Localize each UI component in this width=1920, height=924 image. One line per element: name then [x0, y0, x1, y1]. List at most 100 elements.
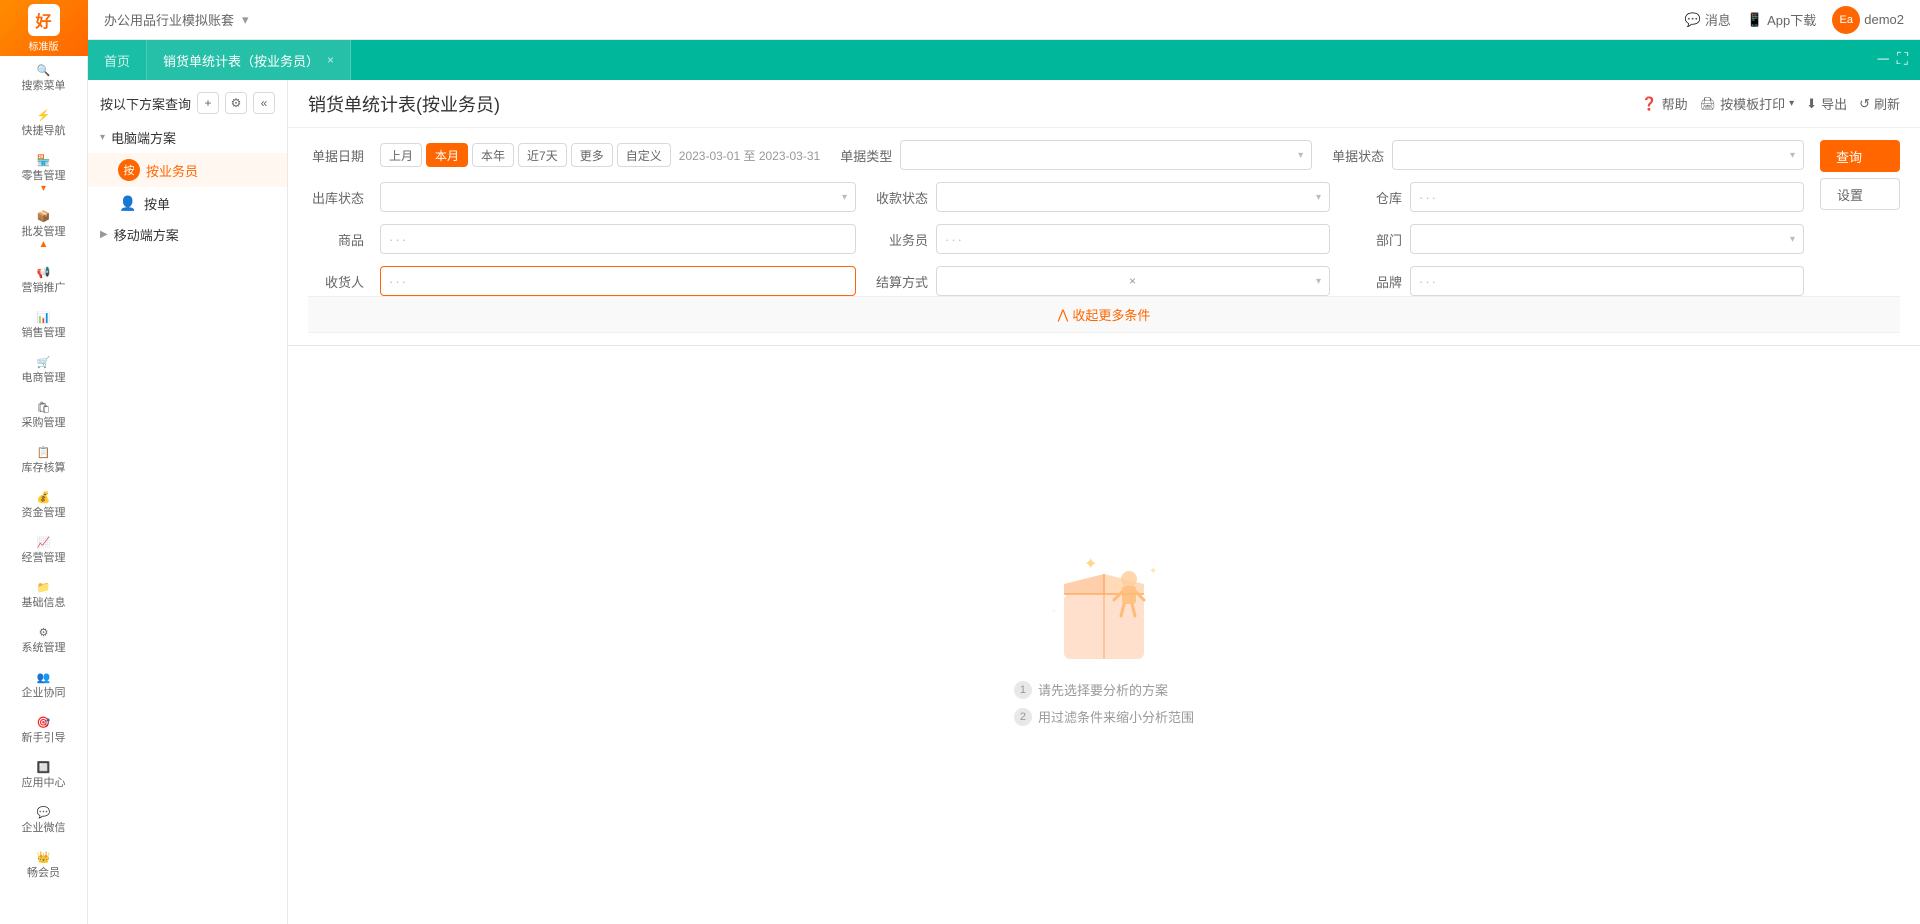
sales-icon: 📊: [37, 311, 51, 324]
tree-arrow-mobile: ▶: [100, 229, 108, 240]
sidebar-item-marketing[interactable]: 📢 营销推广: [0, 258, 87, 303]
tab-close-btn[interactable]: ×: [327, 53, 334, 67]
brand-input[interactable]: ···: [1410, 266, 1804, 296]
warehouse-label: 仓库: [1346, 188, 1402, 207]
retail-icon: 🏪: [37, 154, 51, 167]
date-range-display: 2023-03-01 至 2023-03-31: [679, 147, 820, 164]
print-btn[interactable]: 🖨 按模板打印 ▾: [1700, 90, 1795, 117]
content-area: 按以下方案查询 + ⚙ « ▾ 电脑端方案: [88, 80, 1920, 924]
doc-type-arrow: ▾: [1298, 150, 1303, 161]
settings-btn[interactable]: 设置: [1820, 178, 1900, 210]
sidebar-item-retail[interactable]: 🏪 零售管理 ▾: [0, 146, 87, 202]
settings-icon: ⚙: [231, 96, 242, 110]
out-status-label: 出库状态: [308, 188, 364, 207]
help-btn[interactable]: ❓ 帮助: [1641, 90, 1687, 117]
tab-sales-stat[interactable]: 销货单统计表（按业务员） ×: [147, 40, 351, 80]
scheme-icon-order: 👤: [118, 193, 138, 213]
receipt-status-input[interactable]: ▾: [936, 182, 1330, 212]
date-btn-more[interactable]: 更多: [571, 143, 613, 167]
dropdown-arrow[interactable]: ▾: [242, 12, 249, 28]
sidebar-item-purchase[interactable]: 🛍 采购管理: [0, 393, 87, 438]
tree-label-mobile: 移动端方案: [114, 225, 179, 244]
add-scheme-btn[interactable]: +: [197, 92, 219, 114]
app-download-btn[interactable]: 📱 App下载: [1747, 10, 1816, 29]
date-btn-thisyear[interactable]: 本年: [472, 143, 514, 167]
out-status-input[interactable]: ▾: [380, 182, 856, 212]
sidebar-item-corpwechat[interactable]: 💬 企业微信: [0, 798, 87, 843]
filter-row-1: 单据日期 上月 本月 本年 近7天 更多 自定义 2023-03-01 至 20…: [308, 140, 1804, 170]
app-logo: 好 标准版: [0, 0, 88, 56]
sidebar-item-wholesale[interactable]: 📦 批发管理 ▲: [0, 202, 87, 258]
print-dropdown-icon[interactable]: ▾: [1789, 98, 1794, 109]
finance-icon: 💰: [37, 491, 51, 504]
tree-child-by-order[interactable]: 👤 按单: [88, 187, 287, 219]
export-icon: ⬇: [1806, 96, 1817, 112]
corpwechat-icon: 💬: [37, 806, 51, 819]
page-title: 销货单统计表(按业务员): [308, 91, 500, 117]
goods-input[interactable]: ···: [380, 224, 856, 254]
collapse-panel-btn[interactable]: «: [253, 92, 275, 114]
collab-icon: 👥: [37, 671, 51, 684]
empty-state: ✦ · ✦ 1 请先选择要分析的方案 2 用过滤条件来缩小分析范围: [1014, 544, 1194, 726]
payment-label: 结算方式: [872, 272, 928, 291]
message-btn[interactable]: 💬 消息: [1685, 10, 1731, 29]
inventory-icon: 📋: [37, 446, 51, 459]
tab-home[interactable]: 首页: [88, 40, 147, 80]
warehouse-input[interactable]: ···: [1410, 182, 1804, 212]
sidebar-item-ecommerce[interactable]: 🛒 电商管理: [0, 348, 87, 393]
page-header-wrapper: 销货单统计表(按业务员) ❓ 帮助 🖨 按模板打印 ▾ ⬇ 导出: [288, 80, 1920, 128]
purchase-icon: 🛍: [37, 401, 51, 414]
tree-item-mobile[interactable]: ▶ 移动端方案: [88, 219, 287, 250]
tab-maximize-btn[interactable]: ⛶: [1897, 51, 1908, 69]
logo-icon: 好: [28, 4, 60, 36]
avatar: Ea: [1832, 6, 1860, 34]
tree-item-desktop[interactable]: ▾ 电脑端方案: [88, 122, 287, 153]
left-panel-title: 按以下方案查询: [100, 94, 191, 113]
payment-clear-btn[interactable]: ×: [1129, 274, 1136, 288]
sidebar-item-system[interactable]: ⚙ 系统管理: [0, 618, 87, 663]
tree-child-by-salesman[interactable]: 按 按业务员: [88, 153, 287, 187]
settings-scheme-btn[interactable]: ⚙: [225, 92, 247, 114]
sidebar-item-quicknav[interactable]: ⚡ 快捷导航: [0, 101, 87, 146]
app-name: 办公用品行业模拟账套: [104, 10, 234, 29]
doc-status-arrow: ▾: [1790, 150, 1795, 161]
date-btn-7days[interactable]: 近7天: [518, 143, 567, 167]
refresh-btn[interactable]: ↺ 刷新: [1859, 90, 1900, 117]
salesman-input[interactable]: ···: [936, 224, 1330, 254]
sidebar-item-newbie[interactable]: 🎯 新手引导: [0, 708, 87, 753]
user-avatar-area[interactable]: Ea demo2: [1832, 6, 1904, 34]
goods-label: 商品: [308, 230, 364, 249]
sidebar-item-collab[interactable]: 👥 企业协同: [0, 663, 87, 708]
sidebar-item-inventory[interactable]: 📋 库存核算: [0, 438, 87, 483]
filter-row-4: 收货人 ··· 结算方式 × ▾: [308, 266, 1804, 296]
sidebar-item-finance[interactable]: 💰 资金管理: [0, 483, 87, 528]
receiver-input[interactable]: ···: [380, 266, 856, 296]
sidebar-item-sales[interactable]: 📊 销售管理: [0, 303, 87, 348]
empty-state-area: ✦ · ✦ 1 请先选择要分析的方案 2 用过滤条件来缩小分析范围: [288, 346, 1920, 924]
sidebar-item-operations[interactable]: 📈 经营管理: [0, 528, 87, 573]
brand-label: 品牌: [1346, 272, 1402, 291]
payment-input[interactable]: × ▾: [936, 266, 1330, 296]
tree-label-desktop: 电脑端方案: [111, 128, 176, 147]
tab-minimize-btn[interactable]: ─: [1877, 51, 1888, 69]
doc-type-input[interactable]: ▾: [900, 140, 1312, 170]
sidebar-item-member[interactable]: 👑 畅会员: [0, 843, 87, 888]
svg-text:✦: ✦: [1084, 556, 1097, 573]
date-btn-thismonth[interactable]: 本月: [426, 143, 468, 167]
collapse-icon: «: [261, 96, 268, 110]
doc-status-input[interactable]: ▾: [1392, 140, 1804, 170]
export-btn[interactable]: ⬇ 导出: [1806, 90, 1847, 117]
date-btn-lastmonth[interactable]: 上月: [380, 143, 422, 167]
page-actions: ❓ 帮助 🖨 按模板打印 ▾ ⬇ 导出 ↺ 刷新: [1641, 90, 1900, 117]
marketing-icon: 📢: [37, 266, 51, 279]
date-btn-custom[interactable]: 自定义: [617, 143, 671, 167]
department-input[interactable]: ▾: [1410, 224, 1804, 254]
sidebar-item-appcenter[interactable]: 🔲 应用中心: [0, 753, 87, 798]
filter-row-2: 出库状态 ▾ 收款状态 ▾: [308, 182, 1804, 212]
sidebar-item-search[interactable]: 🔍 搜索菜单: [0, 56, 87, 101]
collapse-bar[interactable]: ⋀ 收起更多条件: [308, 296, 1900, 333]
sidebar-item-basic-info[interactable]: 📁 基础信息: [0, 573, 87, 618]
query-btn[interactable]: 查询: [1820, 140, 1900, 172]
header-actions: 💬 消息 📱 App下载 Ea demo2: [1685, 6, 1904, 34]
expand-icon2: ▲: [39, 239, 49, 250]
